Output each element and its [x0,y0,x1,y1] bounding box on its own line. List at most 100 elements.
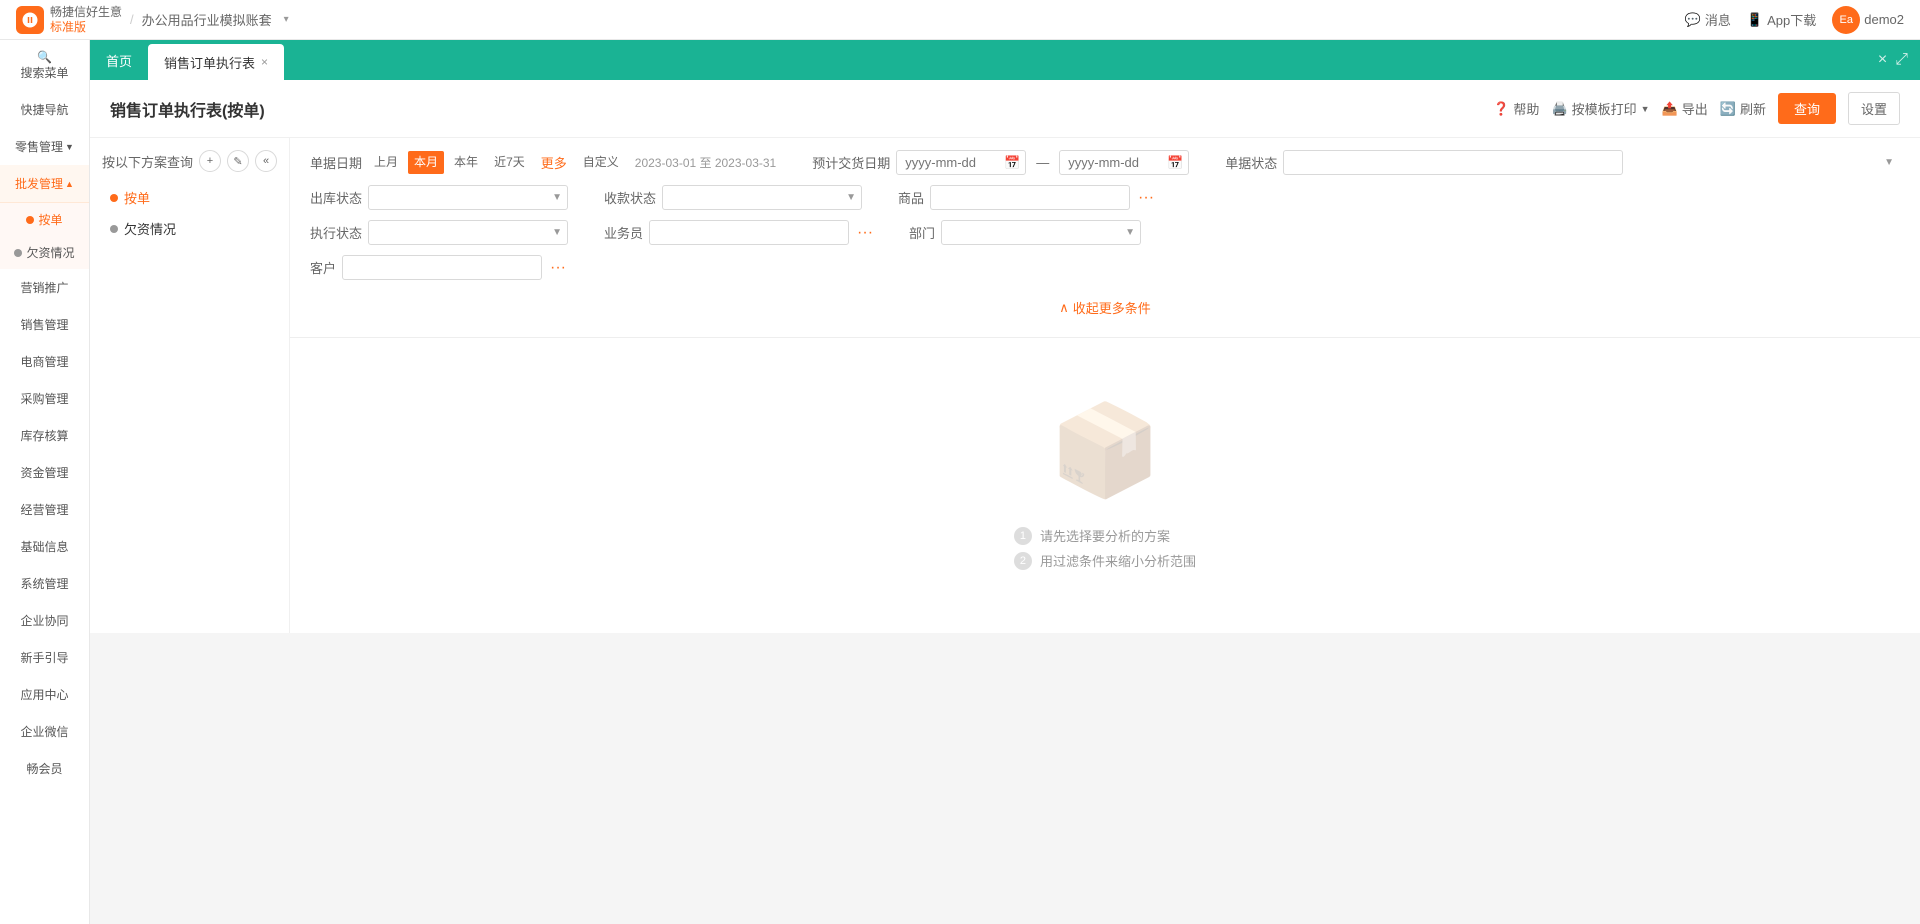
exec-status-select[interactable] [368,220,568,245]
sidebar-item-inventory[interactable]: 库存核算 [0,417,89,454]
tab-close-icon[interactable]: × [261,55,268,69]
date-tab-this-year[interactable]: 本年 [448,151,484,174]
sidebar-item-marketing[interactable]: 营销推广 [0,269,89,306]
date-range-hint: 2023-03-01 至 2023-03-31 [635,154,776,171]
tab-home[interactable]: 首页 [90,51,148,70]
help-icon: ❓ [1493,101,1509,117]
chevron-icon-wholesale: ▲ [65,179,74,189]
sidebar-item-retail[interactable]: 零售管理 ▼ [0,128,89,165]
empty-state: 📦 1 请先选择要分析的方案 2 用过滤条件来缩小分析范围 [290,338,1920,633]
date-tab-7days[interactable]: 近7天 [488,151,531,174]
help-button[interactable]: ❓ 帮助 [1493,99,1539,118]
date-label: 单据日期 [310,153,362,172]
out-status-select-wrap: ▼ [368,185,568,210]
settings-button[interactable]: 设置 [1848,92,1900,125]
avatar: Ea [1832,6,1860,34]
sidebar-item-purchase[interactable]: 采购管理 [0,380,89,417]
maximize-icon[interactable]: ⤢ [1895,52,1908,68]
sidebar-item-newbie[interactable]: 新手引导 [0,639,89,676]
left-panel-item-debt[interactable]: 欠资情况 [102,213,277,244]
export-button[interactable]: 📤 导出 [1662,99,1708,118]
goods-label: 商品 [898,188,924,207]
export-icon: 📤 [1662,101,1678,117]
filter-row-2: 出库状态 ▼ 收款状态 [310,185,1900,210]
sidebar-item-search[interactable]: 🔍 搜索菜单 [0,40,89,91]
date-to-input[interactable] [1059,150,1189,175]
tab-active[interactable]: 销售订单执行表 × [148,44,284,80]
sidebar-item-ecommerce[interactable]: 电商管理 [0,343,89,380]
collapse-bar[interactable]: ∧ 收起更多条件 [310,290,1900,325]
empty-step-1: 1 请先选择要分析的方案 [1014,523,1196,548]
date-tab-last-month[interactable]: 上月 [368,151,404,174]
status-select-arrow: ▼ [1884,157,1894,168]
status-select[interactable] [1283,150,1623,175]
message-button[interactable]: 💬 消息 [1685,10,1731,29]
step-2-num: 2 [1014,552,1032,570]
customer-more-icon[interactable]: ··· [550,259,566,277]
date-tab-more[interactable]: 更多 [535,151,573,174]
sidebar-sub-item-order[interactable]: 按单 [0,203,89,236]
message-icon: 💬 [1685,12,1701,28]
out-status-select[interactable] [368,185,568,210]
customer-label: 客户 [310,258,336,277]
empty-steps: 1 请先选择要分析的方案 2 用过滤条件来缩小分析范围 [1014,523,1196,573]
breadcrumb-arrow[interactable]: ▾ [284,14,289,25]
sidebar-sub: 按单 欠资情况 [0,202,89,269]
top-bar-right: 💬 消息 📱 App下载 Ea demo2 [1685,6,1904,34]
collapse-icon: ∧ [1059,300,1069,316]
customer-input[interactable] [342,255,542,280]
print-button[interactable]: 🖨️ 按模板打印 ▼ [1551,99,1649,118]
filter-item-expected-date: 预计交货日期 📅 — 📅 [812,150,1189,175]
close-window-icon[interactable]: × [1878,52,1887,68]
content-area: 首页 销售订单执行表 × × ⤢ 销售订单执行表(按单) ❓ 帮助 [90,40,1920,924]
logo-text: 畅捷信好生意 标准版 [50,5,122,34]
content-body: 按以下方案查询 + ✎ « [90,138,1920,633]
chevron-icon-retail: ▼ [65,142,74,152]
filter-block: 单据日期 上月 本月 本年 近7天 更多 自定义 2023-03-01 至 20… [290,138,1920,338]
sidebar-item-operations[interactable]: 经营管理 [0,491,89,528]
payment-status-select[interactable] [662,185,862,210]
edit-scheme-button[interactable]: ✎ [227,150,249,172]
add-scheme-button[interactable]: + [199,150,221,172]
sidebar-item-enterprise[interactable]: 企业协同 [0,602,89,639]
step-1-num: 1 [1014,527,1032,545]
salesperson-input[interactable] [649,220,849,245]
dept-select[interactable] [941,220,1141,245]
app-download-button[interactable]: 📱 App下载 [1747,10,1816,29]
out-status-label: 出库状态 [310,188,362,207]
sidebar-sub-item-debt[interactable]: 欠资情况 [0,236,89,269]
page-actions: ❓ 帮助 🖨️ 按模板打印 ▼ 📤 导出 🔄 刷新 [1493,92,1900,125]
date-from-input[interactable] [896,150,1026,175]
salesperson-label: 业务员 [604,223,643,242]
sidebar-item-system[interactable]: 系统管理 [0,565,89,602]
goods-more-icon[interactable]: ··· [1138,189,1154,207]
sidebar-item-apps[interactable]: 应用中心 [0,676,89,713]
date-sep: — [1036,155,1049,170]
filter-item-date: 单据日期 上月 本月 本年 近7天 更多 自定义 2023-03-01 至 20… [310,151,776,174]
main-layout: 🔍 搜索菜单 快捷导航 零售管理 ▼ 批发管理 ▲ 按单 欠资情况 营销推广 [0,40,1920,924]
salesperson-more-icon[interactable]: ··· [857,224,873,242]
user-menu[interactable]: Ea demo2 [1832,6,1904,34]
query-button[interactable]: 查询 [1778,93,1836,124]
filter-item-exec-status: 执行状态 ▼ [310,220,568,245]
collapse-panel-button[interactable]: « [255,150,277,172]
dept-label: 部门 [909,223,935,242]
sidebar-item-quicknav[interactable]: 快捷导航 [0,91,89,128]
sidebar-item-wechat[interactable]: 企业微信 [0,713,89,750]
date-tab-custom[interactable]: 自定义 [577,151,625,174]
filter-item-payment-status: 收款状态 ▼ [604,185,862,210]
sidebar-item-sales[interactable]: 销售管理 [0,306,89,343]
gray-dot-icon [14,249,22,257]
left-panel-item-order[interactable]: 按单 [102,182,277,213]
refresh-button[interactable]: 🔄 刷新 [1720,99,1766,118]
filter-row-4: 客户 ··· [310,255,1900,280]
sidebar-item-finance[interactable]: 资金管理 [0,454,89,491]
sidebar-item-wholesale[interactable]: 批发管理 ▲ [0,165,89,202]
empty-illustration: 📦 [1049,398,1161,503]
date-tab-this-month[interactable]: 本月 [408,151,444,174]
empty-step-2: 2 用过滤条件来缩小分析范围 [1014,548,1196,573]
sidebar-item-member[interactable]: 畅会员 [0,750,89,787]
goods-input[interactable] [930,185,1130,210]
sidebar-item-base[interactable]: 基础信息 [0,528,89,565]
logo-area: 畅捷信好生意 标准版 [16,5,122,34]
